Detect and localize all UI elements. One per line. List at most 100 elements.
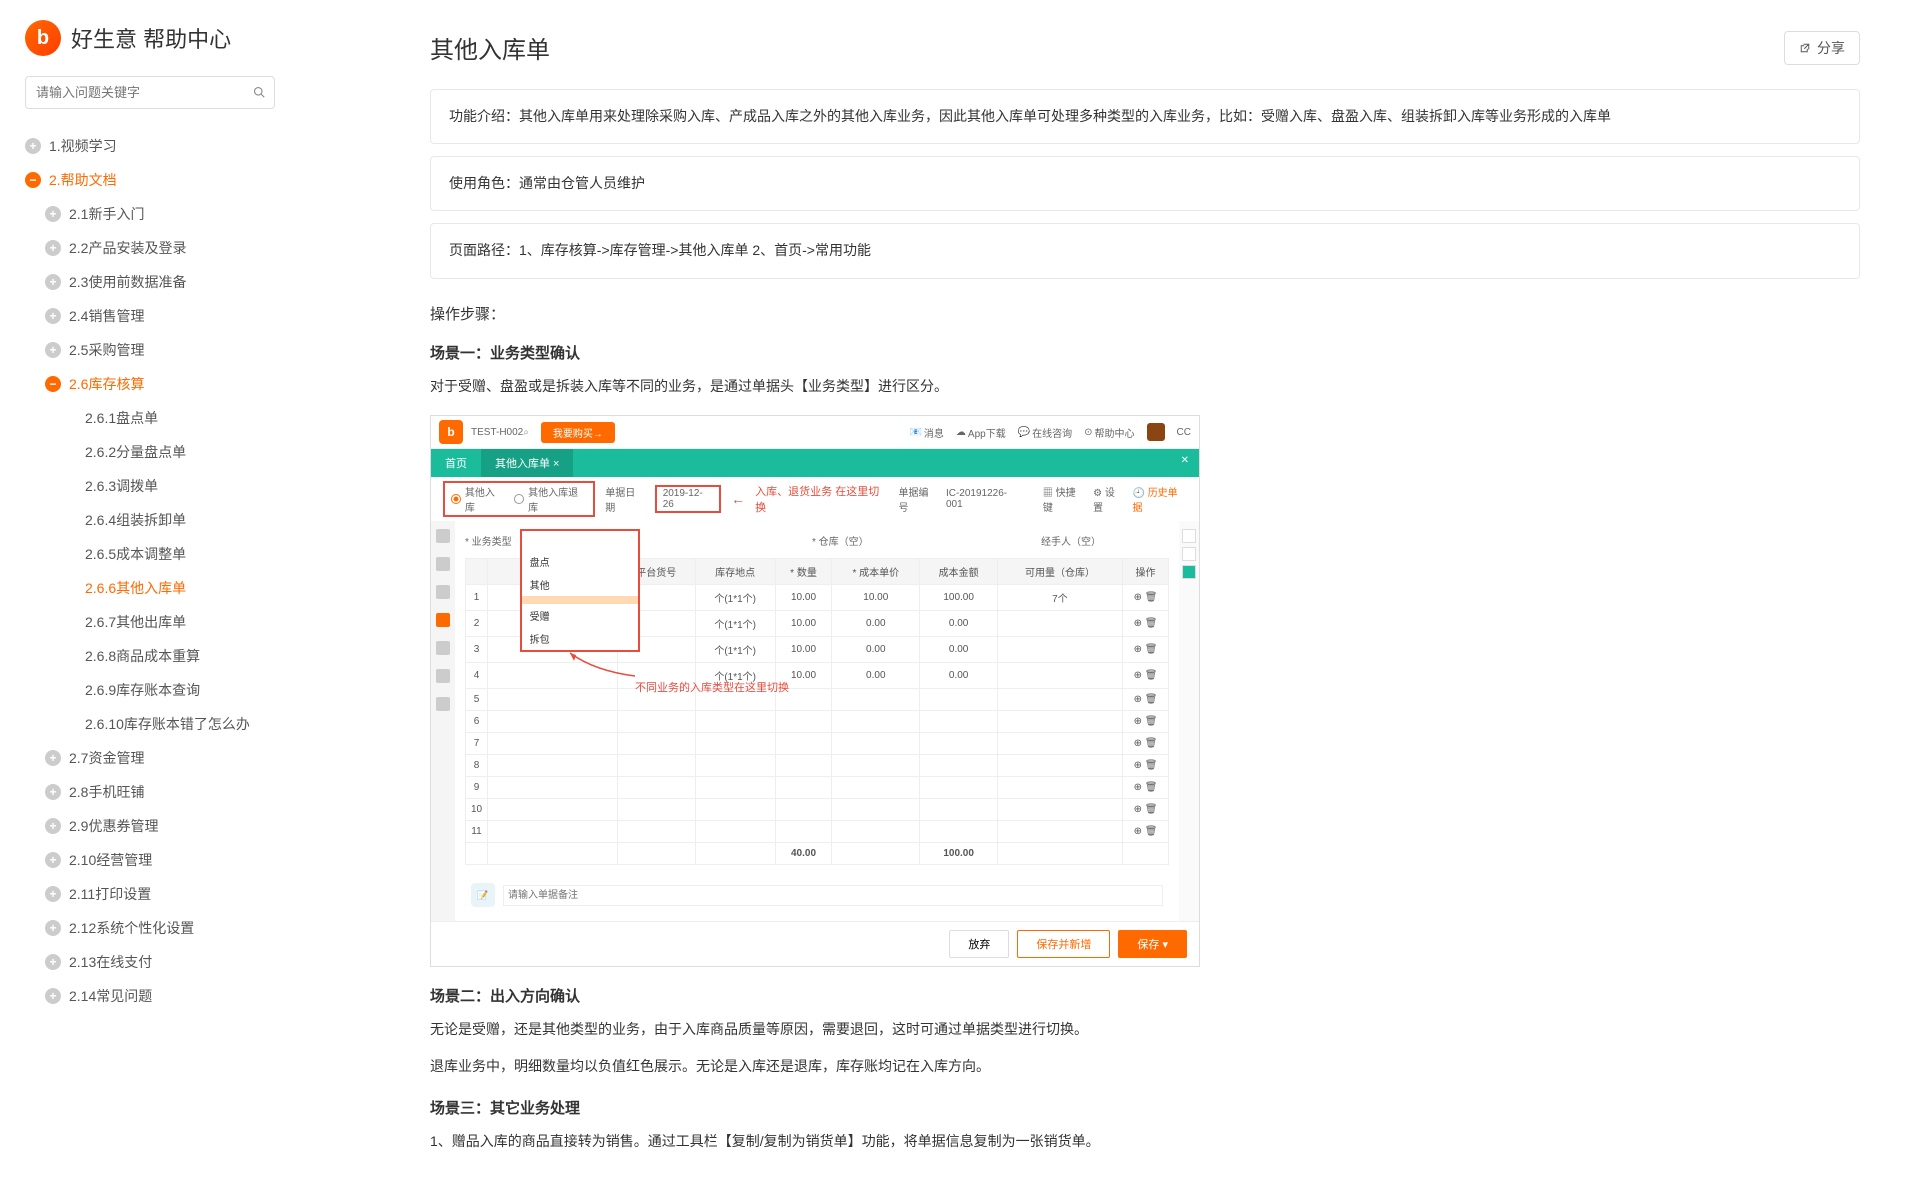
steps-label: 操作步骤： — [430, 303, 1860, 324]
ss-th: 操作 — [1123, 559, 1169, 585]
ss-tabs: 首页 其他入库单 × ✕ — [431, 449, 1199, 477]
ss-footer: 放弃 保存并新增 保存 ▾ — [431, 921, 1199, 966]
scene2-desc1: 无论是受赠，还是其他类型的业务，由于入库商品质量等原因，需要退回，这时可通过单据… — [430, 1016, 1860, 1043]
nav-item-2-5[interactable]: +2.5采购管理 — [25, 333, 275, 367]
ss-company: TEST-H002 — [471, 427, 523, 438]
ss-link-chat: 💬 在线咨询 — [1018, 423, 1072, 441]
ss-rail-icon — [436, 557, 450, 571]
ss-handler-label: 经手人（空） — [1041, 533, 1101, 548]
logo-icon: b — [25, 20, 61, 56]
nav-leaf-2-6-10[interactable]: 2.6.10库存账本错了怎么办 — [25, 707, 275, 741]
search-box — [25, 76, 275, 109]
table-row: 9⊕ 🗑 — [466, 777, 1169, 799]
search-icon[interactable] — [253, 85, 265, 101]
nav-item-2-8[interactable]: +2.8手机旺铺 — [25, 775, 275, 809]
share-label: 分享 — [1817, 38, 1845, 58]
embedded-screenshot: b TEST-H002 ⌕ 我要购买→ 📧 消息 ☁ App下载 💬 在线咨询 … — [430, 415, 1200, 967]
ss-radio-group: 其他入库 其他入库退库 — [443, 481, 595, 517]
page-header: 其他入库单 分享 — [430, 30, 1860, 65]
share-button[interactable]: 分享 — [1784, 31, 1860, 65]
role-label: 使用角色： — [449, 175, 519, 191]
ss-dd-item: 盘点 — [522, 550, 638, 573]
content-body: 操作步骤： 场景一：业务类型确认 对于受赠、盘盈或是拆装入库等不同的业务，是通过… — [430, 303, 1860, 1155]
nav-item-2-14[interactable]: +2.14常见问题 — [25, 979, 275, 1013]
ss-doc-label: 单据编号 — [898, 484, 938, 514]
path-text: 1、库存核算->库存管理->其他入库单 2、首页->常用功能 — [519, 242, 871, 258]
nav-leaf-2-6-7[interactable]: 2.6.7其他出库单 — [25, 605, 275, 639]
ss-th: 成本金额 — [920, 559, 998, 585]
ss-annotation-1: 入库、退货业务 在这里切换 — [755, 483, 888, 515]
ss-topbar: b TEST-H002 ⌕ 我要购买→ 📧 消息 ☁ App下载 💬 在线咨询 … — [431, 416, 1199, 449]
nav-leaf-2-6-4[interactable]: 2.6.4组装拆卸单 — [25, 503, 275, 537]
scene2-title: 场景二：出入方向确认 — [430, 985, 1860, 1006]
nav-item-2-4[interactable]: +2.4销售管理 — [25, 299, 275, 333]
nav-item-2-1[interactable]: +2.1新手入门 — [25, 197, 275, 231]
ss-rail-icon — [436, 641, 450, 655]
intro-label: 功能介绍： — [449, 108, 519, 124]
nav-leaf-2-6-6[interactable]: 2.6.6其他入库单 — [25, 571, 275, 605]
nav-item-2-3[interactable]: +2.3使用前数据准备 — [25, 265, 275, 299]
ss-tab-active: 其他入库单 × — [481, 449, 573, 477]
ss-dd-item: 其他 — [522, 573, 638, 596]
scene3-title: 场景三：其它业务处理 — [430, 1097, 1860, 1118]
ss-username: CC — [1177, 423, 1191, 441]
ss-left-rail — [431, 521, 455, 921]
nav-item-2-7[interactable]: +2.7资金管理 — [25, 741, 275, 775]
table-total-row: 40.00100.00 — [466, 843, 1169, 865]
table-row: 10⊕ 🗑 — [466, 799, 1169, 821]
table-row: 8⊕ 🗑 — [466, 755, 1169, 777]
table-row: 6⊕ 🗑 — [466, 711, 1169, 733]
ss-avatar-icon — [1147, 423, 1165, 441]
table-row: 7⊕ 🗑 — [466, 733, 1169, 755]
ss-dd-item: 受赠 — [522, 604, 638, 627]
nav-item-video[interactable]: +1.视频学习 — [25, 129, 275, 163]
scene3-desc1: 1、赠品入库的商品直接转为销售。通过工具栏【复制/复制为销货单】功能，将单据信息… — [430, 1128, 1860, 1155]
nav-item-2-2[interactable]: +2.2产品安装及登录 — [25, 231, 275, 265]
nav-leaf-2-6-9[interactable]: 2.6.9库存账本查询 — [25, 673, 275, 707]
ss-link-help: ⊙ 帮助中心 — [1084, 423, 1134, 441]
ss-radio-out: 其他入库退库 — [514, 484, 587, 514]
info-role: 使用角色：通常由仓管人员维护 — [430, 156, 1860, 211]
nav-item-2-13[interactable]: +2.13在线支付 — [25, 945, 275, 979]
ss-biztype-label: * 业务类型 — [465, 533, 512, 548]
ss-tab-close-icon: ✕ — [1171, 449, 1199, 477]
nav-leaf-2-6-1[interactable]: 2.6.1盘点单 — [25, 401, 275, 435]
scene1-desc: 对于受赠、盘盈或是拆装入库等不同的业务，是通过单据头【业务类型】进行区分。 — [430, 373, 1860, 400]
ss-buy-button: 我要购买→ — [541, 422, 615, 443]
ss-warehouse-label: * 仓库（空） — [812, 533, 869, 548]
nav-item-2-9[interactable]: +2.9优惠券管理 — [25, 809, 275, 843]
ss-right-tool-icon — [1182, 547, 1196, 561]
nav-item-2-6[interactable]: −2.6库存核算 — [25, 367, 275, 401]
nav-item-2-12[interactable]: +2.12系统个性化设置 — [25, 911, 275, 945]
ss-right-tool-icon — [1182, 565, 1196, 579]
ss-tool-history: 历史单据 — [1132, 488, 1177, 514]
ss-link-msg: 📧 消息 — [909, 423, 943, 441]
path-label: 页面路径： — [449, 242, 519, 258]
nav-item-docs[interactable]: −2.帮助文档 — [25, 163, 275, 197]
ss-right-tool-icon — [1182, 529, 1196, 543]
nav-item-2-11[interactable]: +2.11打印设置 — [25, 877, 275, 911]
scene1-title: 场景一：业务类型确认 — [430, 342, 1860, 363]
ss-annotation-2: 不同业务的入库类型在这里切换 — [635, 679, 789, 695]
nav-leaf-2-6-2[interactable]: 2.6.2分量盘点单 — [25, 435, 275, 469]
ss-th — [466, 559, 488, 585]
ss-cancel-button: 放弃 — [949, 930, 1009, 958]
intro-text: 其他入库单用来处理除采购入库、产成品入库之外的其他入库业务，因此其他入库单可处理… — [519, 108, 1611, 124]
nav-leaf-2-6-8[interactable]: 2.6.8商品成本重算 — [25, 639, 275, 673]
role-text: 通常由仓管人员维护 — [519, 175, 645, 191]
nav-leaf-2-6-5[interactable]: 2.6.5成本调整单 — [25, 537, 275, 571]
nav-item-2-10[interactable]: +2.10经营管理 — [25, 843, 275, 877]
ss-top-links: 📧 消息 ☁ App下载 💬 在线咨询 ⊙ 帮助中心 CC — [909, 423, 1191, 441]
ss-dd-item-selected — [522, 596, 638, 604]
ss-dropdown-list: 盘点 其他 受赠 拆包 — [520, 550, 640, 652]
nav-leaf-2-6-3[interactable]: 2.6.3调拨单 — [25, 469, 275, 503]
ss-search-icon: ⌕ — [523, 427, 529, 438]
scene2-desc2: 退库业务中，明细数量均以负值红色展示。无论是入库还是退库，库存账均记在入库方向。 — [430, 1053, 1860, 1080]
ss-doc-value: IC-20191226-001 — [946, 488, 1023, 510]
ss-date-value: 2019-12-26 — [655, 485, 721, 513]
table-row: 5⊕ 🗑 — [466, 689, 1169, 711]
ss-app-logo-icon: b — [439, 420, 463, 444]
ss-tool-shortcut: 快捷键 — [1043, 488, 1076, 514]
sidebar: b 好生意 帮助中心 +1.视频学习 −2.帮助文档 +2.1新手入门 +2.2… — [0, 0, 300, 1195]
search-input[interactable] — [25, 76, 275, 109]
